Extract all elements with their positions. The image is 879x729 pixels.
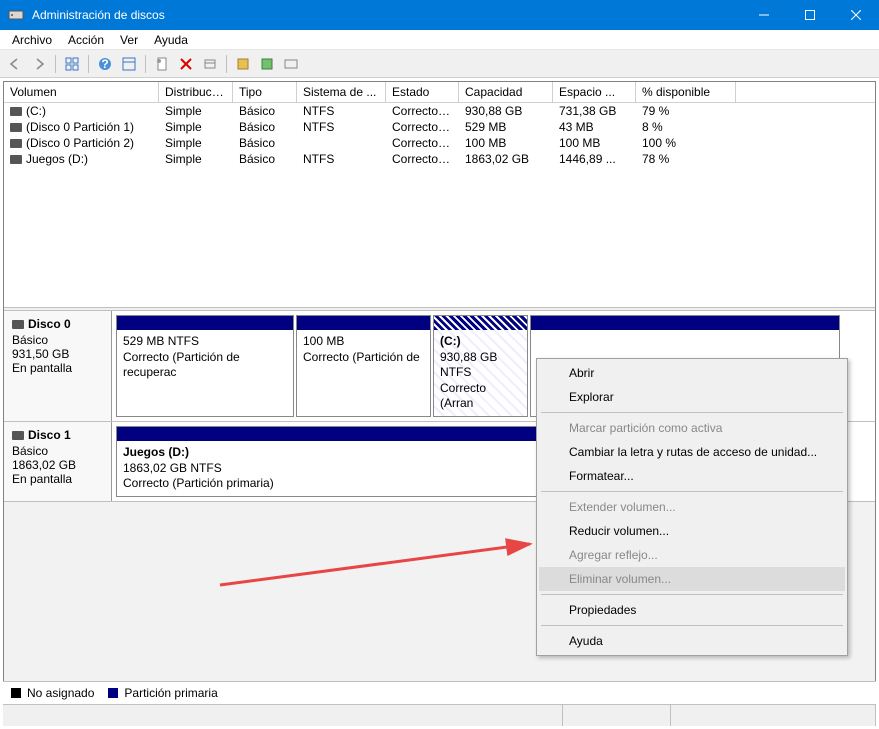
maximize-button[interactable] — [787, 0, 833, 30]
table-row[interactable]: Juegos (D:) SimpleBásico NTFSCorrecto (.… — [4, 151, 875, 167]
disk-icon — [12, 431, 24, 440]
ctx-extender-volumen-: Extender volumen... — [539, 495, 845, 519]
settings-icon[interactable] — [199, 53, 221, 75]
refresh-icon[interactable] — [118, 53, 140, 75]
window-controls — [741, 0, 879, 30]
delete-icon[interactable] — [175, 53, 197, 75]
col-volumen[interactable]: Volumen — [4, 82, 159, 102]
col-estado[interactable]: Estado — [386, 82, 459, 102]
action3-icon[interactable] — [280, 53, 302, 75]
volume-icon — [10, 107, 22, 116]
col-distribucion[interactable]: Distribución — [159, 82, 233, 102]
menu-accion[interactable]: Acción — [60, 31, 112, 49]
ctx-explorar[interactable]: Explorar — [539, 385, 845, 409]
back-button[interactable] — [4, 53, 26, 75]
col-capacidad[interactable]: Capacidad — [459, 82, 553, 102]
menu-ayuda[interactable]: Ayuda — [146, 31, 196, 49]
volume-icon — [10, 155, 22, 164]
help-icon[interactable]: ? — [94, 53, 116, 75]
ctx-abrir[interactable]: Abrir — [539, 361, 845, 385]
menu-archivo[interactable]: Archivo — [4, 31, 60, 49]
partition[interactable]: (C:)930,88 GB NTFSCorrecto (Arran — [433, 315, 528, 417]
properties-icon[interactable] — [151, 53, 173, 75]
status-bar — [3, 704, 876, 726]
window-title: Administración de discos — [32, 8, 741, 22]
volume-icon — [10, 123, 22, 132]
ctx-agregar-reflejo-: Agregar reflejo... — [539, 543, 845, 567]
table-row[interactable]: (C:) SimpleBásico NTFSCorrecto (... 930,… — [4, 103, 875, 119]
col-sistema[interactable]: Sistema de ... — [297, 82, 386, 102]
ctx-marcar-partici-n-como-activa: Marcar partición como activa — [539, 416, 845, 440]
ctx-formatear-[interactable]: Formatear... — [539, 464, 845, 488]
ctx-ayuda[interactable]: Ayuda — [539, 629, 845, 653]
menu-ver[interactable]: Ver — [112, 31, 146, 49]
partition[interactable]: 529 MB NTFSCorrecto (Partición de recupe… — [116, 315, 294, 417]
table-row[interactable]: (Disco 0 Partición 1) SimpleBásico NTFSC… — [4, 119, 875, 135]
ctx-cambiar-la-letra-y-rutas-de-acceso-de-unidad-[interactable]: Cambiar la letra y rutas de acceso de un… — [539, 440, 845, 464]
toolbar: ? — [0, 50, 879, 78]
ctx-propiedades[interactable]: Propiedades — [539, 598, 845, 622]
disk-icon — [12, 320, 24, 329]
col-disponible[interactable]: % disponible — [636, 82, 736, 102]
legend-bar: No asignado Partición primaria — [3, 681, 876, 703]
disk-info[interactable]: Disco 1Básico1863,02 GBEn pantalla — [4, 422, 112, 501]
legend-primary-swatch — [108, 688, 118, 698]
minimize-button[interactable] — [741, 0, 787, 30]
disk-mgmt-icon — [8, 7, 24, 23]
table-row[interactable]: (Disco 0 Partición 2) SimpleBásico Corre… — [4, 135, 875, 151]
legend-primary-label: Partición primaria — [124, 686, 217, 700]
volume-table: Volumen Distribución Tipo Sistema de ...… — [4, 82, 875, 307]
action1-icon[interactable] — [232, 53, 254, 75]
volume-icon — [10, 139, 22, 148]
titlebar: Administración de discos — [0, 0, 879, 30]
disk-info[interactable]: Disco 0Básico931,50 GBEn pantalla — [4, 311, 112, 421]
close-button[interactable] — [833, 0, 879, 30]
ctx-eliminar-volumen-: Eliminar volumen... — [539, 567, 845, 591]
table-header: Volumen Distribución Tipo Sistema de ...… — [4, 82, 875, 103]
view-icon[interactable] — [61, 53, 83, 75]
partition[interactable]: 100 MBCorrecto (Partición de — [296, 315, 431, 417]
legend-unallocated-label: No asignado — [27, 686, 94, 700]
action2-icon[interactable] — [256, 53, 278, 75]
forward-button[interactable] — [28, 53, 50, 75]
svg-text:?: ? — [101, 57, 108, 71]
legend-unallocated-swatch — [11, 688, 21, 698]
ctx-reducir-volumen-[interactable]: Reducir volumen... — [539, 519, 845, 543]
context-menu: AbrirExplorar Marcar partición como activ… — [536, 358, 848, 656]
col-espacio[interactable]: Espacio ... — [553, 82, 636, 102]
menubar: Archivo Acción Ver Ayuda — [0, 30, 879, 50]
col-tipo[interactable]: Tipo — [233, 82, 297, 102]
